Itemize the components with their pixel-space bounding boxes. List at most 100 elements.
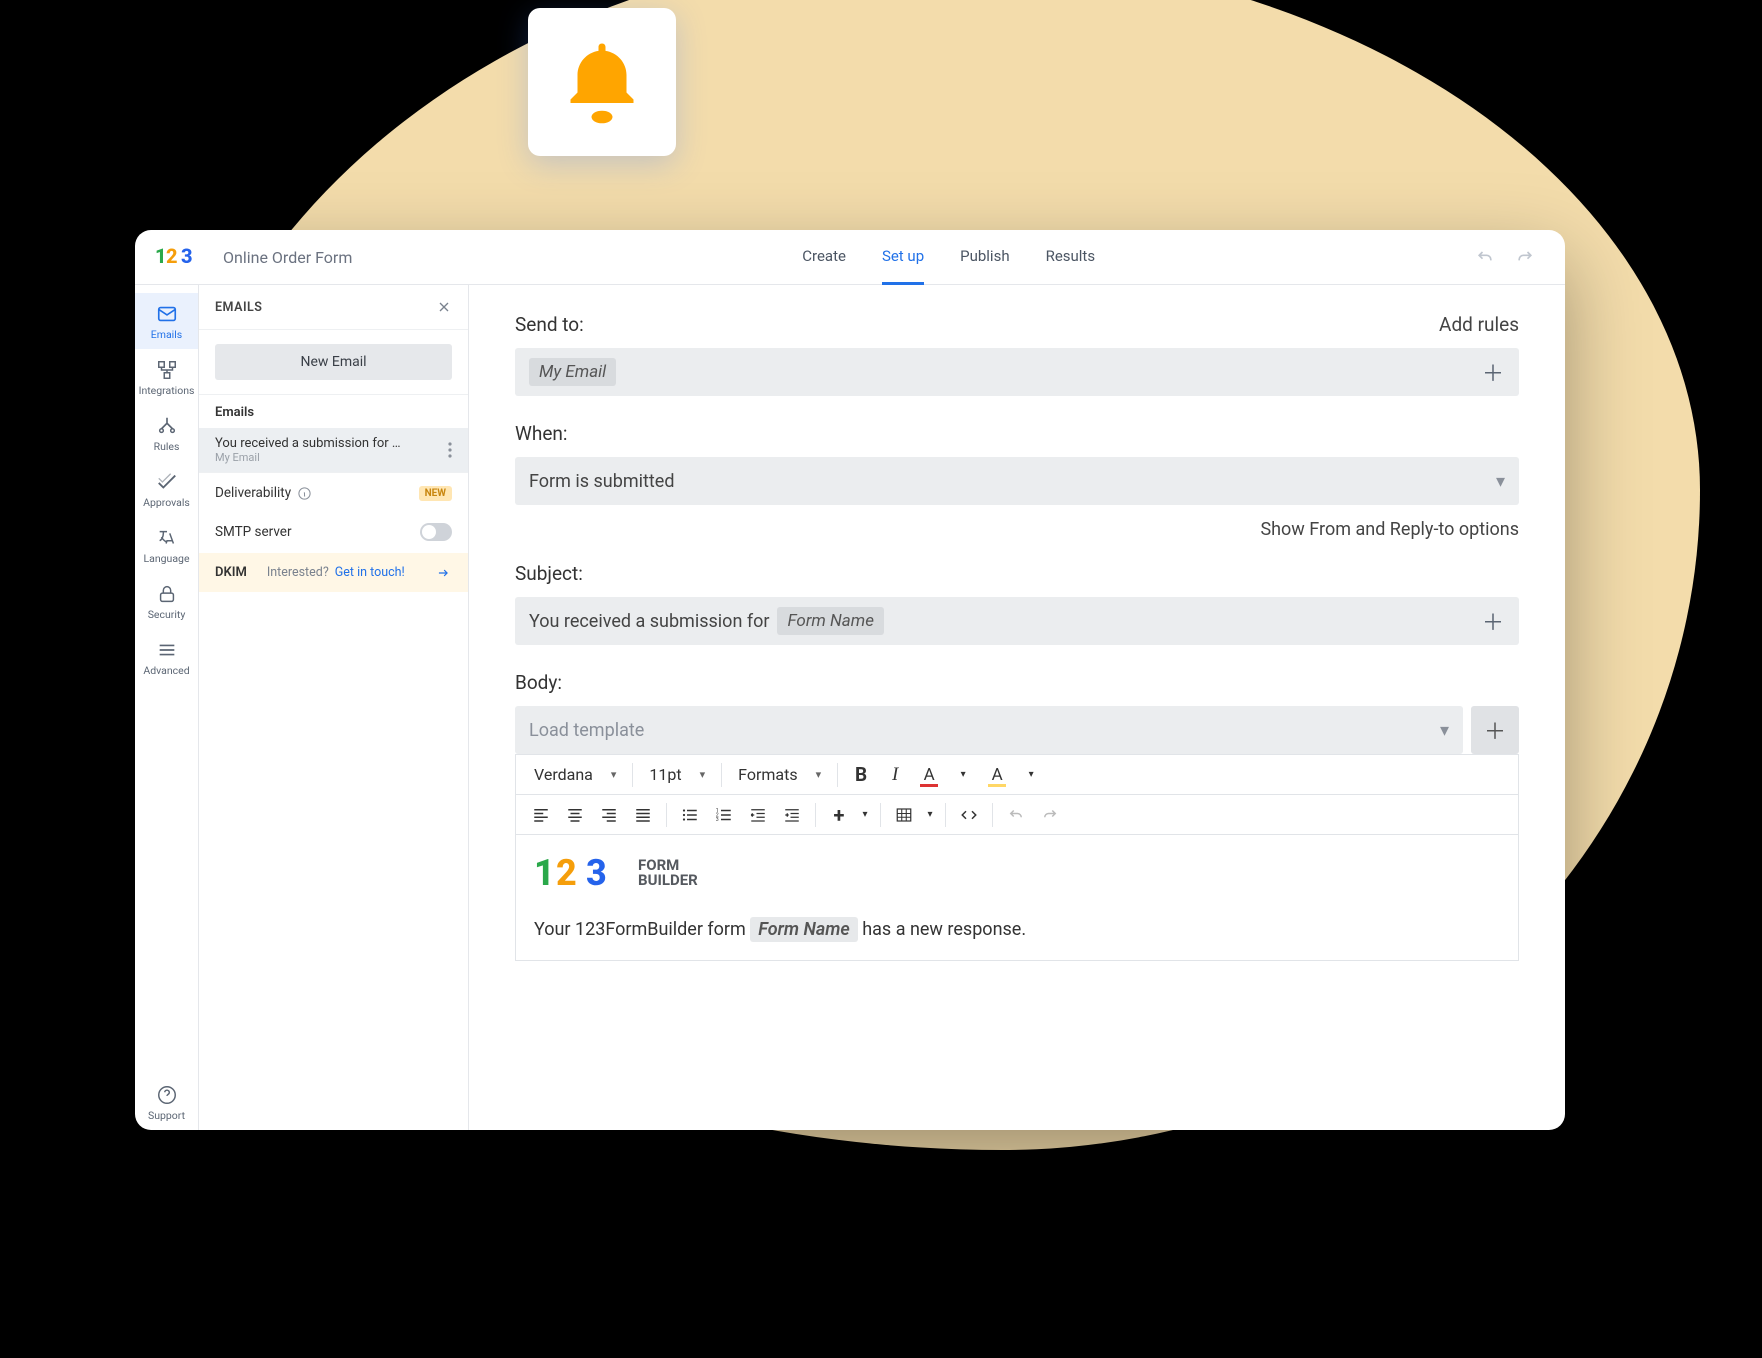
number-list-button[interactable]: 123	[709, 800, 739, 830]
rail-rules[interactable]: Rules	[135, 405, 198, 461]
email-list-item[interactable]: You received a submission for … My Email	[199, 428, 468, 472]
send-to-input[interactable]: My Email ＋	[515, 348, 1519, 396]
new-badge: NEW	[419, 486, 452, 501]
chevron-down-icon: ▾	[1440, 720, 1449, 741]
rail-integrations[interactable]: Integrations	[135, 349, 198, 405]
dkim-link[interactable]: Get in touch!	[335, 565, 405, 580]
bullet-list-button[interactable]	[675, 800, 705, 830]
insert-button[interactable]: +	[824, 800, 854, 830]
rail-emails[interactable]: Emails	[135, 293, 198, 349]
formats-select[interactable]: Formats▾	[730, 760, 829, 790]
align-right-button[interactable]	[594, 800, 624, 830]
rail-approvals[interactable]: Approvals	[135, 461, 198, 517]
dkim-label: DKIM	[215, 565, 247, 580]
table-menu[interactable]: ▾	[923, 800, 937, 830]
emails-panel: EMAILS New Email Emails You received a s…	[199, 285, 469, 1130]
indent-button[interactable]	[777, 800, 807, 830]
align-left-button[interactable]	[526, 800, 556, 830]
rail-support[interactable]: Support	[135, 1074, 198, 1130]
left-rail: Emails Integrations Rules Approvals Lang…	[135, 285, 199, 1130]
body-label: Body:	[515, 671, 1519, 694]
show-from-link[interactable]: Show From and Reply-to options	[1260, 519, 1519, 540]
outdent-button[interactable]	[743, 800, 773, 830]
logo-123-icon: 1 2 3	[534, 855, 628, 891]
rich-text-toolbar: Verdana▾ 11pt▾ Formats▾ B I A ▾ A ▾	[515, 754, 1519, 835]
body-post: has a new response.	[858, 919, 1026, 940]
text-color-button[interactable]: A	[914, 760, 944, 790]
tab-results[interactable]: Results	[1046, 230, 1096, 285]
approvals-icon	[156, 471, 178, 493]
smtp-toggle[interactable]	[420, 523, 452, 541]
rail-advanced[interactable]: Advanced	[135, 629, 198, 685]
app-window: 1 2 3 Online Order Form Create Set up Pu…	[135, 230, 1565, 1130]
text-color-menu[interactable]: ▾	[948, 760, 978, 790]
highlight-menu[interactable]: ▾	[1016, 760, 1046, 790]
email-item-sub: My Email	[215, 451, 444, 464]
email-editor: Send to: Add rules My Email ＋ When: Form…	[469, 285, 1565, 1130]
more-icon[interactable]	[444, 442, 456, 458]
rail-label: Integrations	[139, 384, 195, 397]
svg-text:1: 1	[534, 855, 555, 891]
rail-label: Security	[148, 608, 186, 621]
insert-menu[interactable]: ▾	[858, 800, 872, 830]
tab-create[interactable]: Create	[802, 230, 846, 285]
integrations-icon	[156, 359, 178, 381]
close-icon[interactable]	[436, 299, 452, 315]
rail-label: Emails	[151, 328, 182, 341]
body-pre: Your 123FormBuilder form	[534, 919, 750, 940]
info-icon[interactable]	[297, 486, 312, 501]
align-center-button[interactable]	[560, 800, 590, 830]
subject-input[interactable]: You received a submission for Form Name …	[515, 597, 1519, 645]
add-subject-var-icon[interactable]: ＋	[1481, 605, 1505, 637]
highlight-button[interactable]: A	[982, 760, 1012, 790]
tab-publish[interactable]: Publish	[960, 230, 1009, 285]
emails-section-header: Emails	[199, 394, 468, 428]
help-icon	[156, 1084, 178, 1106]
form-name-chip[interactable]: Form Name	[777, 607, 884, 635]
add-template-button[interactable]: ＋	[1471, 706, 1519, 754]
svg-text:2: 2	[166, 247, 178, 267]
font-value: Verdana	[534, 765, 593, 784]
new-email-button[interactable]: New Email	[215, 344, 452, 380]
lock-icon	[156, 583, 178, 605]
tab-setup[interactable]: Set up	[882, 230, 924, 285]
formbuilder-logo: 1 2 3 FORM BUILDER	[534, 855, 1500, 891]
send-to-label: Send to: Add rules	[515, 313, 1519, 336]
deliverability-label: Deliverability	[215, 485, 291, 501]
formats-value: Formats	[738, 765, 797, 784]
load-template-dropdown[interactable]: Load template ▾	[515, 706, 1463, 754]
font-size-select[interactable]: 11pt▾	[641, 760, 713, 790]
main-tabs: Create Set up Publish Results	[802, 230, 1095, 285]
form-name-var-chip[interactable]: Form Name	[750, 917, 857, 942]
bell-icon	[560, 36, 644, 128]
align-justify-button[interactable]	[628, 800, 658, 830]
rail-language[interactable]: Language	[135, 517, 198, 573]
svg-text:3: 3	[181, 247, 193, 267]
svg-text:3: 3	[716, 817, 719, 823]
bold-button[interactable]: B	[846, 760, 876, 790]
notification-bell-card	[528, 8, 676, 156]
rail-security[interactable]: Security	[135, 573, 198, 629]
undo-icon[interactable]	[1475, 247, 1495, 267]
logo-123-icon: 1 2 3	[155, 246, 201, 268]
italic-button[interactable]: I	[880, 760, 910, 790]
undo-button[interactable]	[1001, 800, 1031, 830]
redo-button[interactable]	[1035, 800, 1065, 830]
my-email-chip[interactable]: My Email	[529, 358, 616, 386]
add-rules-link[interactable]: Add rules	[1439, 313, 1519, 336]
font-family-select[interactable]: Verdana▾	[526, 760, 624, 790]
code-button[interactable]	[954, 800, 984, 830]
deliverability-row[interactable]: Deliverability NEW	[199, 472, 468, 513]
panel-title: EMAILS	[215, 300, 262, 315]
add-recipient-icon[interactable]: ＋	[1481, 356, 1505, 388]
smtp-row: SMTP server	[199, 513, 468, 553]
redo-icon[interactable]	[1515, 247, 1535, 267]
table-button[interactable]	[889, 800, 919, 830]
mail-icon	[156, 303, 178, 325]
email-body-editor[interactable]: 1 2 3 FORM BUILDER Your 123FormBuilder f…	[515, 835, 1519, 961]
svg-text:2: 2	[556, 855, 577, 891]
form-title: Online Order Form	[223, 248, 352, 267]
dkim-interested: Interested?	[267, 565, 329, 580]
dkim-row[interactable]: DKIM Interested? Get in touch!	[199, 553, 468, 592]
when-dropdown[interactable]: Form is submitted ▾	[515, 457, 1519, 505]
